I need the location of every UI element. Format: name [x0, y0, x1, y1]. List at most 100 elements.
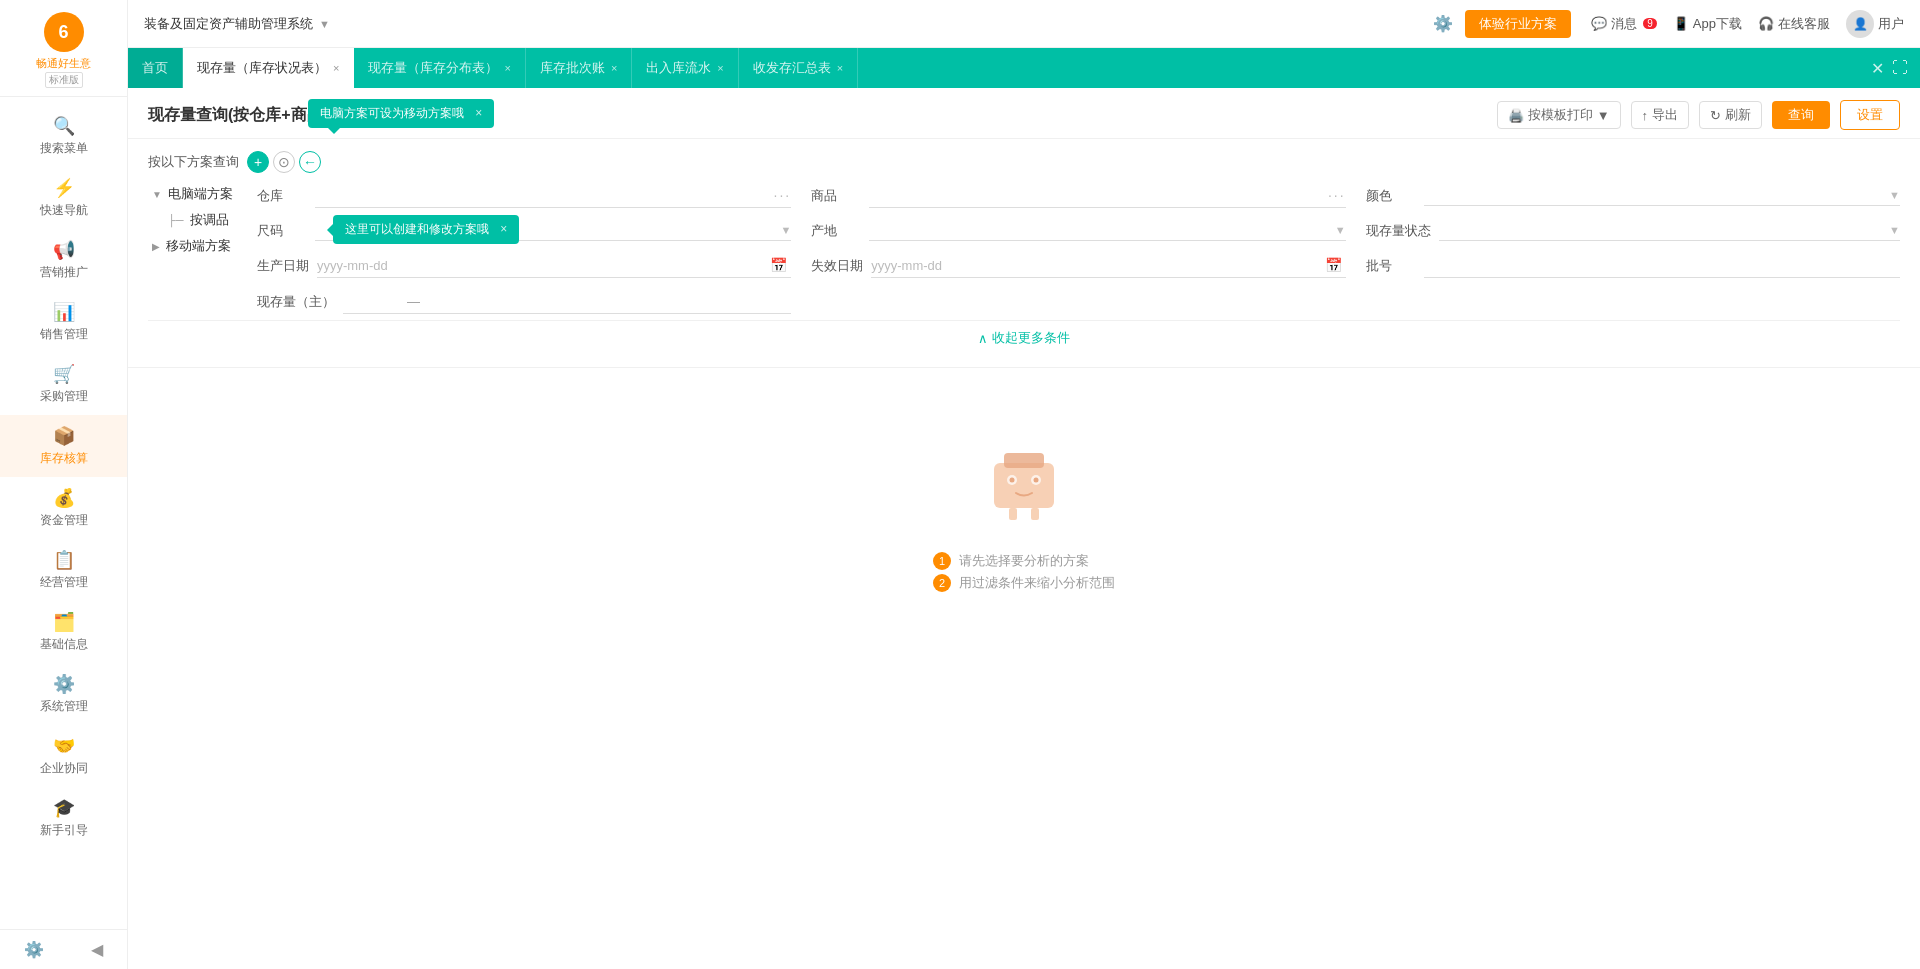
app-action[interactable]: 📱 App下载 [1673, 15, 1742, 33]
purchase-icon: 🛒 [53, 363, 75, 385]
filter-field-expire-date: 失效日期 yyyy-mm-dd 📅 [811, 253, 1345, 278]
print-button[interactable]: 🖨️ 按模板打印 ▼ [1497, 101, 1621, 129]
add-scheme-icon[interactable]: + [247, 151, 269, 173]
support-action[interactable]: 🎧 在线客服 [1758, 15, 1830, 33]
tip2-text: 用过滤条件来缩小分析范围 [959, 574, 1115, 592]
stock-qty-min-input[interactable] [343, 294, 403, 309]
refresh-icon: ↻ [1710, 108, 1721, 123]
tooltip1-close[interactable]: × [475, 106, 482, 120]
sidebar-item-basic[interactable]: 🗂️ 基础信息 [0, 601, 127, 663]
operation-icon: 📋 [53, 549, 75, 571]
stock-qty-max-input[interactable] [424, 294, 484, 309]
sidebar-item-inventory[interactable]: 📦 库存核算 [0, 415, 127, 477]
sidebar-item-guide-label: 新手引导 [40, 822, 88, 839]
svg-rect-0 [994, 463, 1054, 508]
tab-receive-summary[interactable]: 收发存汇总表 × [739, 48, 858, 88]
tab-inventory-status-close[interactable]: × [333, 62, 339, 74]
produce-date-calendar-icon[interactable]: 📅 [770, 257, 787, 273]
set-button[interactable]: 设置 [1840, 100, 1900, 130]
expire-date-input[interactable]: yyyy-mm-dd 📅 [871, 253, 1345, 278]
footer-collapse-btn[interactable]: ◀ [91, 940, 103, 959]
sidebar-item-finance[interactable]: 💰 资金管理 [0, 477, 127, 539]
logo-icon: 6 [44, 12, 84, 52]
sidebar-item-sales[interactable]: 📊 销售管理 [0, 291, 127, 353]
expire-date-calendar-icon[interactable]: 📅 [1325, 257, 1342, 273]
svg-rect-7 [1031, 508, 1039, 520]
goods-input[interactable]: ··· [869, 183, 1345, 208]
filter-field-stock-status: 现存量状态 ▼ [1366, 220, 1900, 241]
quick-nav-icon: ⚡ [53, 177, 75, 199]
batch-input[interactable] [1424, 254, 1900, 278]
color-arrow: ▼ [1889, 189, 1900, 201]
scheme-mobile-label: 移动端方案 [166, 237, 231, 255]
logo-area: 6 畅通好生意 标准版 [0, 0, 127, 97]
tab-inventory-dist-close[interactable]: × [504, 62, 510, 74]
refresh-button[interactable]: ↻ 刷新 [1699, 101, 1762, 129]
sales-icon: 📊 [53, 301, 75, 323]
user-avatar: 👤 [1846, 10, 1874, 38]
headset-icon: 🎧 [1758, 16, 1774, 31]
tab-in-out-flow-close[interactable]: × [717, 62, 723, 74]
tab-inventory-status[interactable]: 现存量（库存状况表） × [183, 48, 354, 88]
color-select[interactable]: ▼ [1424, 185, 1900, 206]
produce-date-input[interactable]: yyyy-mm-dd 📅 [317, 253, 791, 278]
collapse-label: 收起更多条件 [992, 329, 1070, 347]
enterprise-icon: 🤝 [53, 735, 75, 757]
sidebar-item-operation[interactable]: 📋 经营管理 [0, 539, 127, 601]
warehouse-input[interactable]: ··· [315, 183, 791, 208]
footer-settings-btn[interactable]: ⚙️ [24, 940, 44, 959]
tooltip2-text: 这里可以创建和修改方案哦 [345, 222, 489, 236]
tab-maximize-icon[interactable]: ⛶ [1892, 59, 1908, 77]
messages-icon: 💬 [1591, 16, 1607, 31]
system-dropdown-arrow[interactable]: ▼ [319, 18, 330, 30]
sidebar-item-enterprise[interactable]: 🤝 企业协同 [0, 725, 127, 787]
tab-home[interactable]: 首页 [128, 48, 183, 88]
filter-field-origin: 产地 ▼ [811, 220, 1345, 241]
tab-batch-account[interactable]: 库存批次账 × [526, 48, 632, 88]
sidebar-item-purchase[interactable]: 🛒 采购管理 [0, 353, 127, 415]
range-dash: — [407, 294, 420, 309]
tab-in-out-flow[interactable]: 出入库流水 × [632, 48, 738, 88]
scheme-item-1[interactable]: ├─ 按调品 [148, 209, 237, 231]
tab-receive-summary-close[interactable]: × [837, 62, 843, 74]
back-arrow-icon[interactable]: ← [299, 151, 321, 173]
sidebar-item-search[interactable]: 🔍 搜索菜单 [0, 105, 127, 167]
tab-home-label: 首页 [142, 59, 168, 77]
scheme-item-desktop[interactable]: ▼ 电脑端方案 [148, 183, 237, 205]
tooltip2-close[interactable]: × [500, 222, 507, 236]
tab-bar: 首页 现存量（库存状况表） × 现存量（库存分布表） × 库存批次账 × 出入库… [128, 48, 1920, 88]
sidebar-item-quick[interactable]: ⚡ 快速导航 [0, 167, 127, 229]
export-button[interactable]: ↑ 导出 [1631, 101, 1690, 129]
sidebar-item-guide[interactable]: 🎓 新手引导 [0, 787, 127, 849]
origin-select[interactable]: ▼ [869, 220, 1345, 241]
trial-button[interactable]: 体验行业方案 [1465, 10, 1571, 38]
logo-badge: 标准版 [45, 72, 83, 88]
scheme-item1-label: 按调品 [190, 211, 229, 229]
main-area: 装备及固定资产辅助管理系统 ▼ ⚙️ 体验行业方案 💬 消息 9 📱 App下载… [128, 0, 1920, 969]
gear-button[interactable]: ⚙️ [1433, 14, 1453, 33]
copy-scheme-icon[interactable]: ⊙ [273, 151, 295, 173]
tab-batch-account-close[interactable]: × [611, 62, 617, 74]
sidebar-item-system[interactable]: ⚙️ 系统管理 [0, 663, 127, 725]
export-label: 导出 [1652, 106, 1678, 124]
sidebar-item-inventory-label: 库存核算 [40, 450, 88, 467]
system-name-text: 装备及固定资产辅助管理系统 [144, 15, 313, 33]
messages-label: 消息 [1611, 15, 1637, 33]
page-actions: 🖨️ 按模板打印 ▼ ↑ 导出 ↻ 刷新 查询 设置 [1497, 100, 1900, 130]
empty-state: 1 请先选择要分析的方案 2 用过滤条件来缩小分析范围 [128, 368, 1920, 656]
tab-inventory-dist[interactable]: 现存量（库存分布表） × [354, 48, 525, 88]
tab-close-all-icon[interactable]: ✕ [1871, 59, 1884, 78]
filter-field-color: 颜色 ▼ [1366, 183, 1900, 208]
tooltip1-text: 电脑方案可设为移动方案哦 [320, 106, 464, 120]
sidebar-item-finance-label: 资金管理 [40, 512, 88, 529]
messages-action[interactable]: 💬 消息 9 [1591, 15, 1657, 33]
scheme-item-mobile[interactable]: ▶ 移动端方案 [148, 235, 237, 257]
stock-status-select[interactable]: ▼ [1439, 220, 1900, 241]
collapse-row[interactable]: ∧ 收起更多条件 [148, 320, 1900, 355]
print-icon: 🖨️ [1508, 108, 1524, 123]
search-button[interactable]: 查询 [1772, 101, 1830, 129]
sidebar-item-marketing[interactable]: 📢 营销推广 [0, 229, 127, 291]
filter-field-warehouse: 仓库 ··· [257, 183, 791, 208]
tab-inventory-dist-label: 现存量（库存分布表） [368, 59, 498, 77]
user-action[interactable]: 👤 用户 [1846, 10, 1904, 38]
